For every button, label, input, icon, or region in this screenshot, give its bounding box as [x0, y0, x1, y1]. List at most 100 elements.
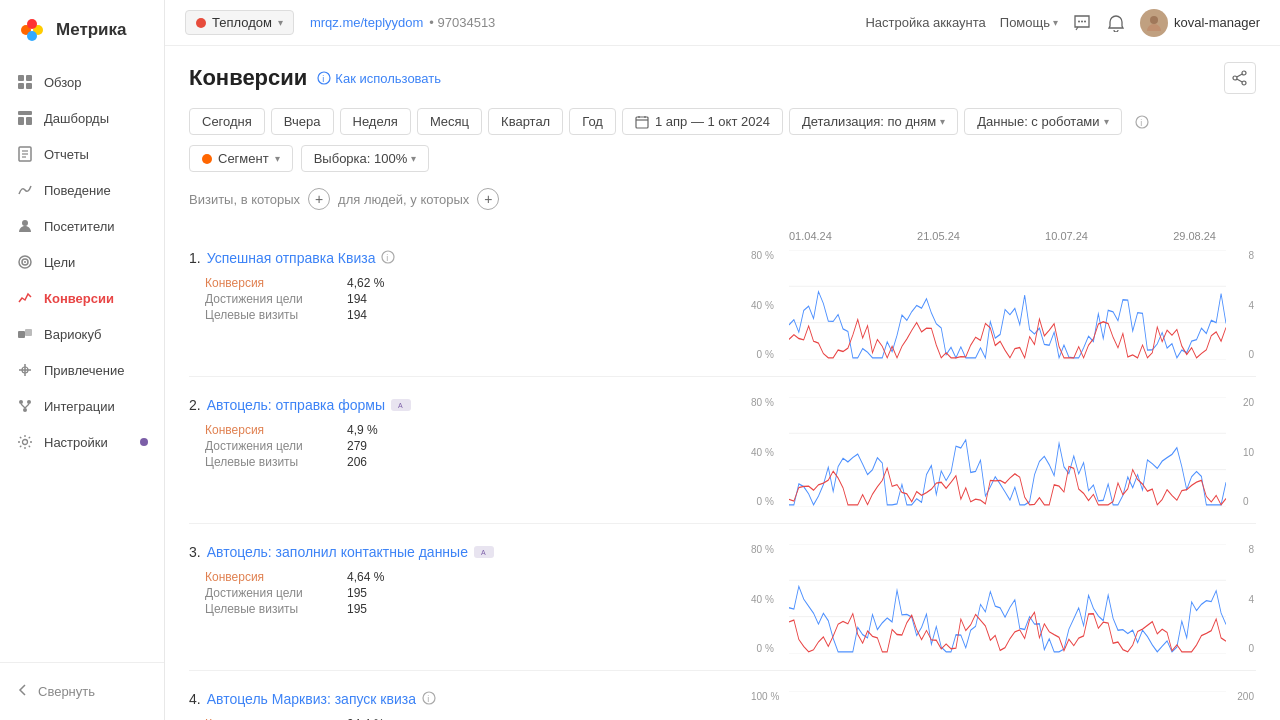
chat-icon[interactable] [1072, 13, 1092, 33]
data-dropdown[interactable]: Данные: с роботами ▾ [964, 108, 1121, 135]
conversion-item: 3.Автоцель: заполнил контактные данныеAК… [189, 544, 1256, 671]
logo-text: Метрика [56, 20, 127, 40]
svg-rect-0 [16, 14, 48, 46]
site-selector[interactable]: Теплодом ▾ [185, 10, 294, 35]
svg-point-25 [23, 408, 27, 412]
stat-label: Конверсия [205, 570, 335, 584]
site-url-text: mrqz.me/teplyydom [310, 15, 423, 30]
chart-line-blue [789, 440, 1226, 505]
svg-point-4 [27, 31, 37, 41]
main-content: Теплодом ▾ mrqz.me/teplyydom • 97034513 … [165, 0, 1280, 720]
filter-month[interactable]: Месяц [417, 108, 482, 135]
stat-value: 279 [347, 439, 367, 453]
stat-value: 194 [347, 292, 367, 306]
chart-y-labels-left: 80 %40 %0 % [751, 250, 774, 360]
chart-svg [789, 691, 1226, 720]
sidebar-item-privlechenie[interactable]: Привлечение [0, 352, 164, 388]
conversion-title-row: 1.Успешная отправка Квизаi [189, 250, 729, 266]
how-to-use-link[interactable]: i Как использовать [317, 71, 441, 86]
notifications-icon[interactable] [1106, 13, 1126, 33]
variocube-icon [16, 325, 34, 343]
sidebar-item-posetiteli[interactable]: Посетители [0, 208, 164, 244]
conversion-chart: 80 %40 %0 %20100 [789, 397, 1226, 507]
conversion-info: 4.Автоцель Марквиз: запуск квизаiКонверс… [189, 691, 749, 720]
account-settings-link[interactable]: Настройка аккаунта [865, 15, 985, 30]
chart-y-labels-right: 2001000 [1237, 691, 1254, 720]
svg-point-3 [27, 19, 37, 29]
svg-point-29 [1078, 20, 1080, 22]
stat-value: 206 [347, 455, 367, 469]
page-header: Конверсии i Как использовать [189, 62, 1256, 94]
stat-label: Достижения цели [205, 439, 335, 453]
share-button[interactable] [1224, 62, 1256, 94]
date-range-selector[interactable]: 1 апр — 1 окт 2024 [622, 108, 783, 135]
conversion-info-icon[interactable]: i [422, 691, 436, 707]
conversion-name[interactable]: Автоцель: отправка формы [207, 397, 385, 413]
conversion-stat-row: Достижения цели 194 [205, 292, 729, 306]
stat-label: Достижения цели [205, 292, 335, 306]
data-chevron-icon: ▾ [1104, 116, 1109, 127]
conversion-stat-row: Конверсия4,9 % [205, 423, 729, 437]
sidebar-item-variokub[interactable]: Вариокуб [0, 316, 164, 352]
sidebar-item-label: Посетители [44, 219, 115, 234]
filter-conditions: Визиты, в которых + для людей, у которых… [189, 188, 1256, 210]
svg-point-24 [27, 400, 31, 404]
svg-text:A: A [481, 549, 486, 556]
help-dropdown[interactable]: Помощь ▾ [1000, 15, 1058, 30]
conversion-stats: Конверсия4,9 % Достижения цели 279 Целевые … [189, 423, 729, 469]
x-label-4: 29.08.24 [1173, 230, 1216, 242]
conversion-title-row: 2.Автоцель: отправка формыA [189, 397, 729, 413]
sidebar-item-nastroyki[interactable]: Настройки [0, 424, 164, 460]
chart-y-labels-left: 80 %40 %0 % [751, 397, 774, 507]
sidebar-item-povedenie[interactable]: Поведение [0, 172, 164, 208]
counter-id: • 97034513 [429, 15, 495, 30]
data-info-icon[interactable]: i [1132, 112, 1152, 132]
sidebar-item-dashbordy[interactable]: Дашборды [0, 100, 164, 136]
visits-label: Визиты, в которых [189, 192, 300, 207]
conversion-info-icon[interactable]: i [381, 250, 395, 266]
data-label: Данные: с роботами [977, 114, 1099, 129]
filter-quarter[interactable]: Квартал [488, 108, 563, 135]
add-people-condition-btn[interactable]: + [477, 188, 499, 210]
svg-point-30 [1081, 20, 1083, 22]
sidebar-item-tseli[interactable]: Цели [0, 244, 164, 280]
user-menu[interactable]: koval-manager [1140, 9, 1260, 37]
filter-today[interactable]: Сегодня [189, 108, 265, 135]
settings-dot-badge [140, 438, 148, 446]
add-visits-condition-btn[interactable]: + [308, 188, 330, 210]
sidebar-item-otchety[interactable]: Отчеты [0, 136, 164, 172]
sample-label: Выборка: 100% [314, 151, 408, 166]
topbar-left: Теплодом ▾ mrqz.me/teplyydom • 97034513 [185, 10, 495, 35]
conversion-item: 2.Автоцель: отправка формыAКонверсия4,9 … [189, 397, 1256, 524]
detail-dropdown[interactable]: Детализация: по дням ▾ [789, 108, 958, 135]
sidebar-item-integratsii[interactable]: Интеграции [0, 388, 164, 424]
user-name: koval-manager [1174, 15, 1260, 30]
conversion-name[interactable]: Автоцель Марквиз: запуск квиза [207, 691, 416, 707]
conversion-chart: 100 %50 %0 %2001000 [789, 691, 1226, 720]
conversion-name[interactable]: Автоцель: заполнил контактные данные [207, 544, 468, 560]
conversion-name[interactable]: Успешная отправка Квиза [207, 250, 376, 266]
sidebar-item-obzor[interactable]: Обзор [0, 64, 164, 100]
sidebar-item-konversii[interactable]: Конверсии [0, 280, 164, 316]
help-label: Помощь [1000, 15, 1050, 30]
sidebar-item-label: Отчеты [44, 147, 89, 162]
collapse-btn[interactable]: Свернуть [16, 675, 148, 708]
conversion-auto-badge: A [391, 399, 411, 411]
conversion-stat-row: Достижения цели195 [205, 586, 729, 600]
segment-selector[interactable]: Сегмент ▾ [189, 145, 293, 172]
conversion-stat-row: Достижения цели 279 [205, 439, 729, 453]
stat-label: Целевые визиты [205, 455, 335, 469]
filter-week[interactable]: Неделя [340, 108, 411, 135]
topbar: Теплодом ▾ mrqz.me/teplyydom • 97034513 … [165, 0, 1280, 46]
chart-svg [789, 544, 1226, 654]
sample-selector[interactable]: Выборка: 100% ▾ [301, 145, 430, 172]
how-to-use-label: Как использовать [335, 71, 441, 86]
svg-rect-9 [18, 111, 32, 115]
conversion-info: 1.Успешная отправка КвизаiКонверсия4,62 … [189, 250, 749, 360]
sidebar-item-label: Обзор [44, 75, 82, 90]
filter-yesterday[interactable]: Вчера [271, 108, 334, 135]
filter-year[interactable]: Год [569, 108, 616, 135]
svg-line-27 [25, 404, 29, 408]
svg-rect-6 [26, 75, 32, 81]
segment-chevron-icon: ▾ [275, 153, 280, 164]
